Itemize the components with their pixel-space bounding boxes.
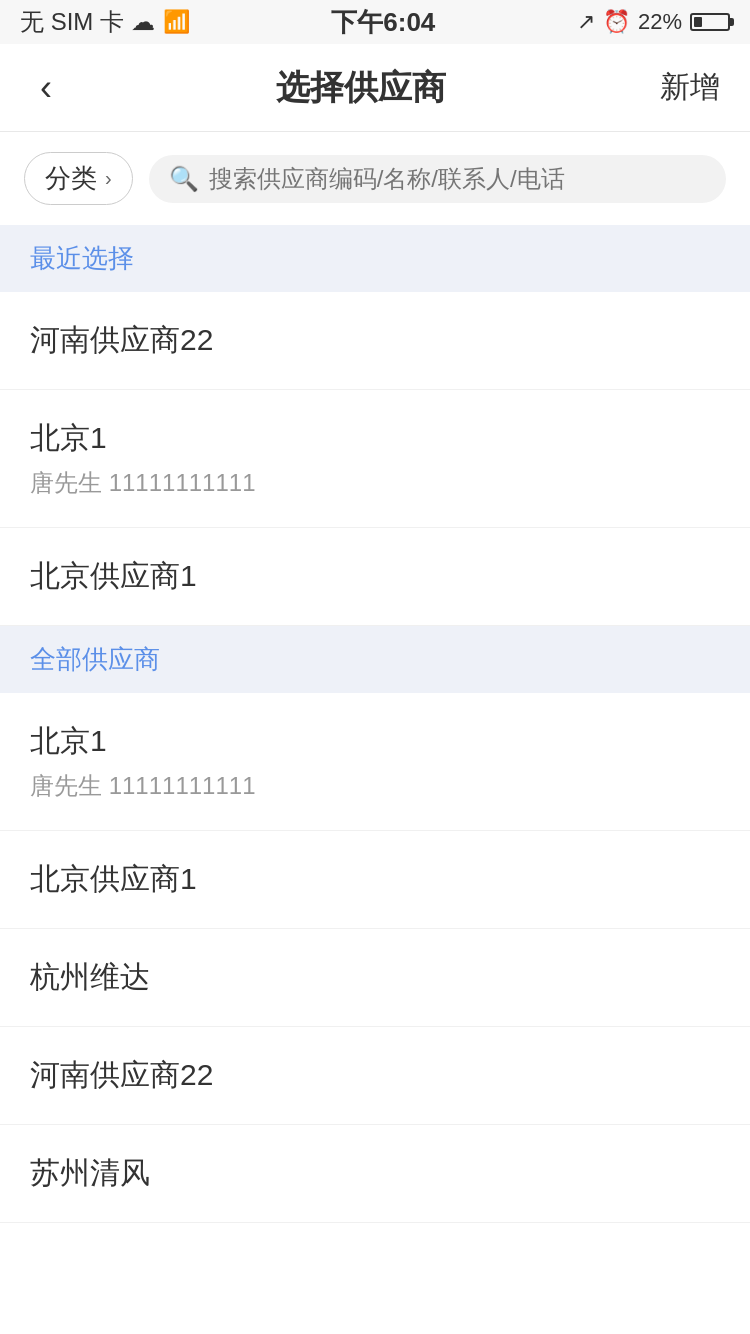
add-button[interactable]: 新增 — [660, 67, 720, 108]
list-item[interactable]: 北京供应商1 — [0, 528, 750, 626]
category-label: 分类 — [45, 161, 97, 196]
item-name: 北京供应商1 — [30, 859, 720, 900]
recent-section-header: 最近选择 — [0, 225, 750, 292]
item-sub: 唐先生 11111111111 — [30, 467, 720, 499]
all-section-header: 全部供应商 — [0, 626, 750, 693]
item-name: 河南供应商22 — [30, 320, 720, 361]
list-item[interactable]: 北京1 唐先生 11111111111 — [0, 390, 750, 528]
item-sub: 唐先生 11111111111 — [30, 770, 720, 802]
list-item[interactable]: 苏州清风 — [0, 1125, 750, 1223]
status-left: 无 SIM 卡 ☁ 📶 — [20, 6, 190, 38]
battery-icon — [690, 13, 730, 31]
chevron-right-icon: › — [105, 167, 112, 190]
recent-list: 河南供应商22 北京1 唐先生 11111111111 北京供应商1 — [0, 292, 750, 626]
list-item[interactable]: 杭州维达 — [0, 929, 750, 1027]
search-input[interactable] — [209, 165, 706, 193]
list-item[interactable]: 河南供应商22 — [0, 1027, 750, 1125]
recent-section-label: 最近选择 — [30, 243, 134, 273]
item-name: 苏州清风 — [30, 1153, 720, 1194]
filter-bar: 分类 › 🔍 — [0, 132, 750, 225]
all-list: 北京1 唐先生 11111111111 北京供应商1 杭州维达河南供应商22 苏州清风 — [0, 693, 750, 1223]
status-bar: 无 SIM 卡 ☁ 📶 下午6:04 ↗ ⏰ 22% — [0, 0, 750, 44]
category-filter-button[interactable]: 分类 › — [24, 152, 133, 205]
search-wrapper[interactable]: 🔍 — [149, 155, 726, 203]
page-title: 选择供应商 — [276, 65, 446, 111]
alarm-icon: ⏰ — [603, 9, 630, 35]
nav-bar: ‹ 选择供应商 新增 — [0, 44, 750, 132]
back-button[interactable]: ‹ — [30, 57, 62, 119]
item-name: 河南供应商22 — [30, 1055, 720, 1096]
item-name: 杭州维达 — [30, 957, 720, 998]
list-item[interactable]: 北京1 唐先生 11111111111 — [0, 693, 750, 831]
all-section-label: 全部供应商 — [30, 644, 160, 674]
search-icon: 🔍 — [169, 165, 199, 193]
item-name: 北京1 — [30, 418, 720, 459]
wifi-icon: 📶 — [163, 9, 190, 35]
status-time: 下午6:04 — [331, 5, 435, 40]
status-right: ↗ ⏰ 22% — [577, 9, 730, 35]
item-name: 北京供应商1 — [30, 556, 720, 597]
list-item[interactable]: 河南供应商22 — [0, 292, 750, 390]
no-sim-label: 无 SIM 卡 ☁ — [20, 6, 155, 38]
battery-percentage: 22% — [638, 9, 682, 35]
location-icon: ↗ — [577, 9, 595, 35]
list-item[interactable]: 北京供应商1 — [0, 831, 750, 929]
item-name: 北京1 — [30, 721, 720, 762]
